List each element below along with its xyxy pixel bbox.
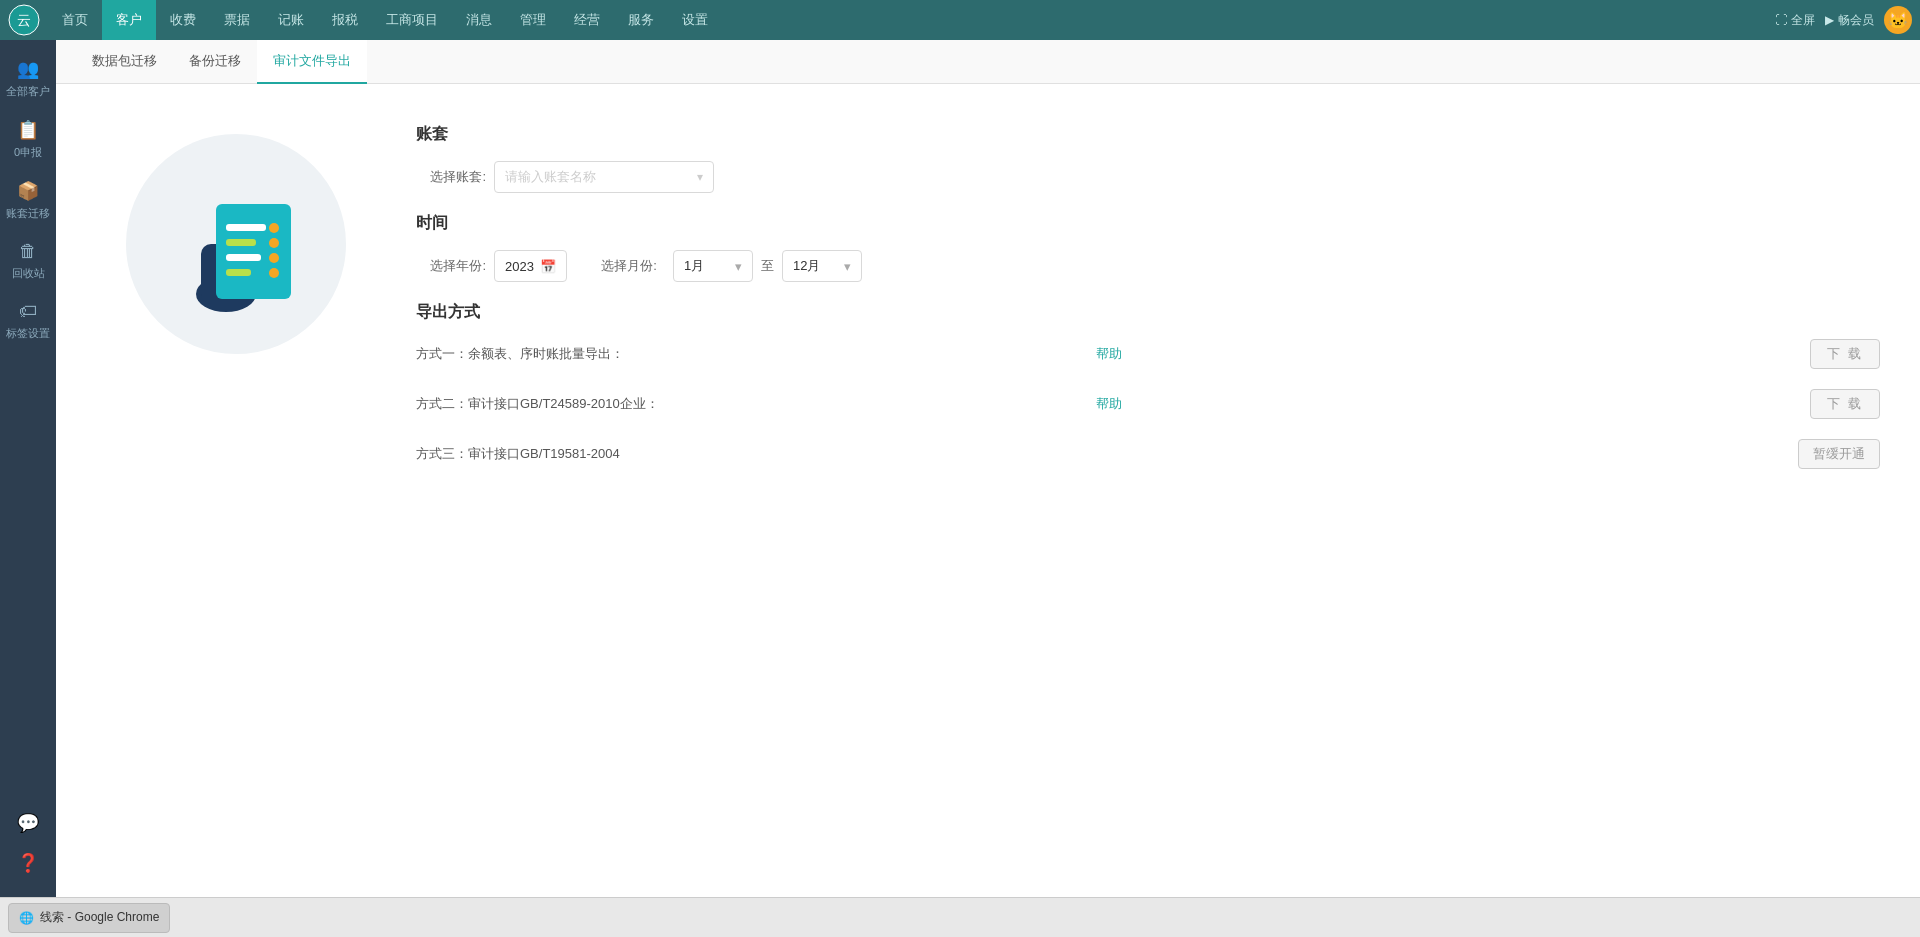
fullscreen-label: 全屏 bbox=[1791, 12, 1815, 29]
svg-text:云: 云 bbox=[17, 12, 31, 28]
sidebar-icon: 🏷 bbox=[19, 301, 37, 322]
nav-item-票据[interactable]: 票据 bbox=[210, 0, 264, 40]
tab-数据包迁移[interactable]: 数据包迁移 bbox=[76, 40, 173, 84]
method-label-3: 方式三：审计接口GB/T19581-2004 bbox=[416, 445, 1099, 463]
nav-item-经营[interactable]: 经营 bbox=[560, 0, 614, 40]
download-btn-1[interactable]: 下 载 bbox=[1810, 339, 1880, 369]
chrome-icon: 🌐 bbox=[19, 911, 34, 925]
account-label: 选择账套: bbox=[416, 168, 486, 186]
svg-rect-6 bbox=[226, 239, 256, 246]
avatar[interactable]: 🐱 bbox=[1884, 6, 1912, 34]
method-label-1: 方式一：余额表、序时账批量导出： bbox=[416, 345, 1088, 363]
sidebar-item-回收站[interactable]: 🗑回收站 bbox=[0, 231, 56, 291]
open-btn-3[interactable]: 暂缓开通 bbox=[1798, 439, 1880, 469]
tab-bar: 数据包迁移备份迁移审计文件导出 bbox=[56, 40, 1920, 84]
nav-items: 首页客户收费票据记账报税工商项目消息管理经营服务设置 bbox=[48, 0, 1775, 40]
method-help-link-2[interactable]: 帮助 bbox=[1096, 395, 1122, 413]
member-label: 畅会员 bbox=[1838, 12, 1874, 29]
time-title: 时间 bbox=[416, 213, 1880, 234]
member-btn[interactable]: ▶ 畅会员 bbox=[1825, 12, 1874, 29]
illustration-circle bbox=[126, 134, 346, 354]
time-row: 选择年份: 2023 📅 选择月份: 1月 ▾ 至 bbox=[416, 250, 1880, 282]
taskbar-chrome-item[interactable]: 🌐 线索 - Google Chrome bbox=[8, 903, 170, 933]
illustration-area bbox=[96, 114, 376, 867]
nav-item-记账[interactable]: 记账 bbox=[264, 0, 318, 40]
sidebar-item-账套迁移[interactable]: 📦账套迁移 bbox=[0, 170, 56, 231]
sidebar-icon: 📋 bbox=[17, 119, 39, 141]
page-content: 账套 选择账套: 请输入账套名称 ▾ 时间 选择年份: 20 bbox=[56, 84, 1920, 897]
member-icon: ▶ bbox=[1825, 13, 1834, 27]
method-help-link-1[interactable]: 帮助 bbox=[1096, 345, 1122, 363]
nav-item-服务[interactable]: 服务 bbox=[614, 0, 668, 40]
app-logo: 云 bbox=[8, 4, 40, 36]
month-start-value: 1月 bbox=[684, 257, 704, 275]
method-label-2: 方式二：审计接口GB/T24589-2010企业： bbox=[416, 395, 1088, 413]
month-end-value: 12月 bbox=[793, 257, 820, 275]
sidebar-item-全部客户[interactable]: 👥全部客户 bbox=[0, 48, 56, 109]
sidebar: 👥全部客户📋0申报📦账套迁移🗑回收站🏷标签设置 💬 ❓ bbox=[0, 40, 56, 897]
form-area: 账套 选择账套: 请输入账套名称 ▾ 时间 选择年份: 20 bbox=[376, 114, 1880, 867]
svg-rect-7 bbox=[226, 254, 261, 261]
nav-item-管理[interactable]: 管理 bbox=[506, 0, 560, 40]
svg-point-10 bbox=[269, 238, 279, 248]
sidebar-icon: 📦 bbox=[17, 180, 39, 202]
year-value: 2023 bbox=[505, 259, 534, 274]
month-end-select[interactable]: 12月 ▾ bbox=[782, 250, 862, 282]
top-nav: 云 首页客户收费票据记账报税工商项目消息管理经营服务设置 ⛶ 全屏 ▶ 畅会员 … bbox=[0, 0, 1920, 40]
svg-rect-4 bbox=[216, 204, 291, 299]
svg-point-9 bbox=[269, 223, 279, 233]
tab-审计文件导出[interactable]: 审计文件导出 bbox=[257, 40, 367, 84]
nav-right: ⛶ 全屏 ▶ 畅会员 🐱 bbox=[1775, 6, 1912, 34]
account-row: 选择账套: 请输入账套名称 ▾ bbox=[416, 161, 1880, 193]
sidebar-bottom-msg[interactable]: 💬 bbox=[10, 805, 46, 841]
nav-item-报税[interactable]: 报税 bbox=[318, 0, 372, 40]
nav-item-客户[interactable]: 客户 bbox=[102, 0, 156, 40]
chevron-month-end-icon: ▾ bbox=[844, 259, 851, 274]
illustration-svg bbox=[166, 164, 306, 324]
year-label: 选择年份: bbox=[416, 257, 486, 275]
tab-备份迁移[interactable]: 备份迁移 bbox=[173, 40, 257, 84]
fullscreen-icon: ⛶ bbox=[1775, 13, 1787, 27]
export-method-row-1: 方式一：余额表、序时账批量导出： 帮助 下 载 bbox=[416, 339, 1880, 369]
account-title: 账套 bbox=[416, 124, 1880, 145]
sidebar-item-0申报[interactable]: 📋0申报 bbox=[0, 109, 56, 170]
content-area: 数据包迁移备份迁移审计文件导出 bbox=[56, 40, 1920, 897]
svg-point-11 bbox=[269, 253, 279, 263]
nav-item-工商项目[interactable]: 工商项目 bbox=[372, 0, 452, 40]
sidebar-bottom-help[interactable]: ❓ bbox=[10, 845, 46, 881]
year-input[interactable]: 2023 📅 bbox=[494, 250, 567, 282]
taskbar-item-label: 线索 - Google Chrome bbox=[40, 909, 159, 926]
export-method-row-3: 方式三：审计接口GB/T19581-2004 暂缓开通 bbox=[416, 439, 1880, 469]
calendar-icon: 📅 bbox=[540, 259, 556, 274]
export-method-row-2: 方式二：审计接口GB/T24589-2010企业： 帮助 下 载 bbox=[416, 389, 1880, 419]
fullscreen-btn[interactable]: ⛶ 全屏 bbox=[1775, 12, 1815, 29]
sidebar-icon: 👥 bbox=[17, 58, 39, 80]
svg-rect-8 bbox=[226, 269, 251, 276]
nav-item-设置[interactable]: 设置 bbox=[668, 0, 722, 40]
svg-point-12 bbox=[269, 268, 279, 278]
nav-item-收费[interactable]: 收费 bbox=[156, 0, 210, 40]
nav-item-消息[interactable]: 消息 bbox=[452, 0, 506, 40]
month-start-select[interactable]: 1月 ▾ bbox=[673, 250, 753, 282]
chevron-month-start-icon: ▾ bbox=[735, 259, 742, 274]
month-label: 选择月份: bbox=[587, 257, 657, 275]
to-label: 至 bbox=[761, 257, 774, 275]
sidebar-item-标签设置[interactable]: 🏷标签设置 bbox=[0, 291, 56, 351]
svg-rect-5 bbox=[226, 224, 266, 231]
export-title: 导出方式 bbox=[416, 302, 1880, 323]
account-placeholder: 请输入账套名称 bbox=[505, 168, 596, 186]
taskbar: 🌐 线索 - Google Chrome bbox=[0, 897, 1920, 937]
chevron-down-icon: ▾ bbox=[697, 170, 703, 184]
account-select[interactable]: 请输入账套名称 ▾ bbox=[494, 161, 714, 193]
download-btn-2[interactable]: 下 载 bbox=[1810, 389, 1880, 419]
sidebar-icon: 🗑 bbox=[19, 241, 37, 262]
nav-item-首页[interactable]: 首页 bbox=[48, 0, 102, 40]
